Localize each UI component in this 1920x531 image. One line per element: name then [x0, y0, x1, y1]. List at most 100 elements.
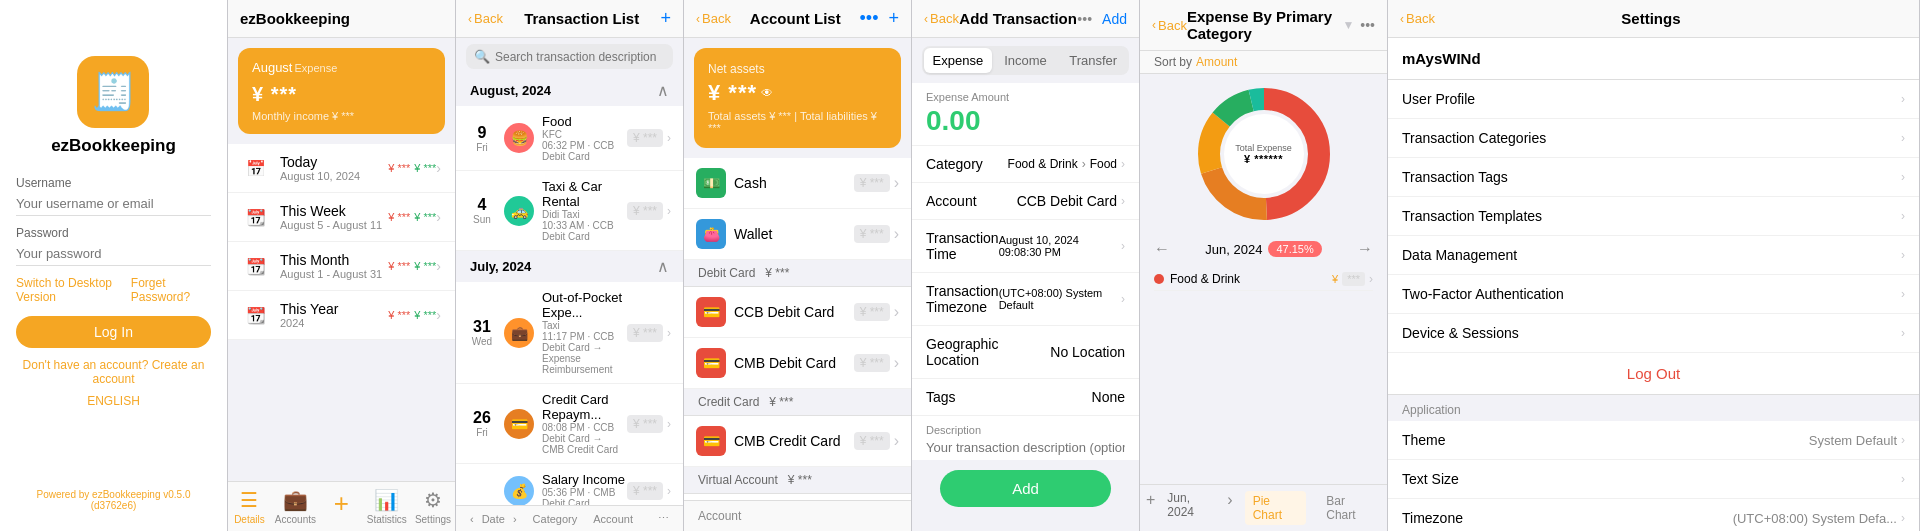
net-amount: ¥ ***	[708, 80, 757, 106]
account-back-nav[interactable]: ‹ Back	[696, 11, 731, 26]
account-row-label: Account	[926, 193, 1017, 209]
settings-data-management[interactable]: Data Management ›	[1388, 236, 1919, 275]
settings-panel: ‹ Back Settings mAysWINd User Profile › …	[1388, 0, 1920, 531]
chart-next-period-icon[interactable]: ›	[1227, 491, 1232, 525]
account-add-icon[interactable]: +	[888, 8, 899, 29]
account-item-cmb-credit[interactable]: 💳 CMB Credit Card ¥ *** ›	[684, 416, 911, 467]
account-item-ccb[interactable]: 💳 CCB Debit Card ¥ *** ›	[684, 287, 911, 338]
account-more-icon[interactable]: •••	[860, 8, 879, 29]
bottom-tabs: ☰ Details 💼 Accounts + 📊 Statistics ⚙ Se…	[228, 481, 455, 531]
account-row[interactable]: Account CCB Debit Card ›	[912, 183, 1139, 220]
password-input[interactable]	[16, 242, 211, 266]
section-jul-collapse-icon[interactable]: ∧	[657, 257, 669, 276]
desc-input[interactable]	[926, 440, 1125, 455]
forget-password-link[interactable]: Forget Password?	[131, 276, 211, 304]
tx-item-food[interactable]: 9 Fri 🍔 Food KFC 06:32 PM · CCB Debit Ca…	[456, 106, 683, 171]
add-transaction-icon[interactable]: +	[660, 8, 671, 29]
add-tx-back-nav[interactable]: ‹ Back	[924, 11, 959, 26]
section-aug-collapse-icon[interactable]: ∧	[657, 81, 669, 100]
menu-item-week[interactable]: 📆 This Week August 5 - August 11 ¥ *** ¥…	[228, 193, 455, 242]
tab-transfer[interactable]: Transfer	[1059, 48, 1127, 73]
settings-text-size[interactable]: Text Size ›	[1388, 460, 1919, 499]
card-income: Monthly income ¥ ***	[252, 110, 431, 122]
tx-item-expense[interactable]: 31 Wed 💼 Out-of-Pocket Expe... Taxi 11:1…	[456, 282, 683, 384]
menu-item-month[interactable]: 📆 This Month August 1 - August 31 ¥ *** …	[228, 242, 455, 291]
prev-page-icon[interactable]: ‹	[470, 513, 474, 525]
more-options-icon[interactable]: ⋯	[658, 512, 669, 525]
add-transaction-panel: ‹ Back Add Transaction ••• Add Expense I…	[912, 0, 1140, 531]
pie-chart-btn[interactable]: Pie Chart	[1245, 491, 1307, 525]
tab-income[interactable]: Income	[992, 48, 1060, 73]
language-selector[interactable]: ENGLISH	[16, 394, 211, 408]
account-item-cash[interactable]: 💵 Cash ¥ *** ›	[684, 158, 911, 209]
card-amount: ¥ ***	[252, 83, 431, 106]
sort-value[interactable]: Amount	[1196, 55, 1237, 69]
sort-filter-icon[interactable]: ▼	[1342, 18, 1354, 32]
description-field: Description	[912, 416, 1139, 460]
add-btn[interactable]: Add	[940, 470, 1111, 507]
category-row[interactable]: Category Food & Drink › Food ›	[912, 146, 1139, 183]
tab-settings[interactable]: ⚙ Settings	[411, 482, 455, 531]
chart-more-icon[interactable]: •••	[1360, 17, 1375, 33]
username-input[interactable]	[16, 192, 211, 216]
tx-item-taxi[interactable]: 4 Sun 🚕 Taxi & Car Rental Didi Taxi 10:3…	[456, 171, 683, 251]
settings-2fa[interactable]: Two-Factor Authentication ›	[1388, 275, 1919, 314]
settings-theme[interactable]: Theme System Default ›	[1388, 421, 1919, 460]
add-tx-save-btn[interactable]: Add	[1102, 11, 1127, 27]
cat-food: Food	[1090, 157, 1117, 171]
settings-device-sessions[interactable]: Device & Sessions ›	[1388, 314, 1919, 353]
account-item-cmb-debit[interactable]: 💳 CMB Debit Card ¥ *** ›	[684, 338, 911, 389]
data-management-label: Data Management	[1402, 247, 1897, 263]
tab-details[interactable]: ☰ Details	[228, 482, 271, 531]
settings-tx-categories[interactable]: Transaction Categories ›	[1388, 119, 1919, 158]
settings-tx-templates[interactable]: Transaction Templates ›	[1388, 197, 1919, 236]
chart-add-icon[interactable]: +	[1146, 491, 1155, 525]
section-aug-title: August, 2024	[470, 83, 551, 98]
legend-food-drink[interactable]: Food & Drink ¥ *** ›	[1154, 268, 1373, 291]
switch-desktop-link[interactable]: Switch to Desktop Version	[16, 276, 131, 304]
settings-timezone[interactable]: Timezone (UTC+08:00) System Defa... ›	[1388, 499, 1919, 531]
tx-item-salary[interactable]: 💰 Salary Income 05:36 PM · CMB Debit Car…	[456, 464, 683, 505]
geo-row[interactable]: Geographic Location No Location	[912, 326, 1139, 379]
tags-row[interactable]: Tags None	[912, 379, 1139, 416]
account-item-wallet[interactable]: 👛 Wallet ¥ *** ›	[684, 209, 911, 260]
theme-chevron-icon: ›	[1901, 433, 1905, 447]
settings-back-nav[interactable]: ‹ Back	[1400, 11, 1435, 26]
back-nav[interactable]: ‹ Back	[468, 11, 503, 26]
login-button[interactable]: Log In	[16, 316, 211, 348]
menu-item-year[interactable]: 📆 This Year 2024 ¥ *** ¥ *** ›	[228, 291, 455, 340]
chart-next-icon[interactable]: →	[1357, 240, 1373, 258]
tab-statistics[interactable]: 📊 Statistics	[363, 482, 411, 531]
legend-food-amount: ***	[1342, 272, 1365, 286]
logout-button[interactable]: Log Out	[1388, 353, 1919, 395]
menu-year-title: This Year	[280, 301, 388, 317]
chart-period-text: Jun, 2024	[1205, 242, 1262, 257]
password-label: Password	[16, 226, 211, 240]
tab-accounts[interactable]: 💼 Accounts	[271, 482, 320, 531]
net-assets-label: Net assets	[708, 62, 887, 76]
search-input[interactable]	[495, 50, 665, 64]
add-tx-more-icon[interactable]: •••	[1077, 11, 1092, 27]
eye-icon[interactable]: 👁	[761, 86, 773, 100]
tab-statistics-label: Statistics	[367, 514, 407, 525]
cash-amount: ¥ ***	[854, 174, 890, 192]
chart-back-nav[interactable]: ‹ Back	[1152, 18, 1187, 33]
settings-tx-tags[interactable]: Transaction Tags ›	[1388, 158, 1919, 197]
chart-prev-icon[interactable]: ←	[1154, 240, 1170, 258]
tz-row[interactable]: Transaction Timezone (UTC+08:00) System …	[912, 273, 1139, 326]
next-date-icon[interactable]: ›	[513, 513, 517, 525]
tx-item-credit[interactable]: 26 Fri 💳 Credit Card Repaym... 08:08 PM …	[456, 384, 683, 464]
expense-chart-panel: ‹ Back Expense By Primary Category ▼ •••…	[1140, 0, 1388, 531]
bar-chart-btn[interactable]: Bar Chart	[1318, 491, 1381, 525]
menu-today-subtitle: August 10, 2024	[280, 170, 388, 182]
search-bar: 🔍	[466, 44, 673, 69]
cat-arrow-icon: ›	[1082, 157, 1086, 171]
ccb-chevron-icon: ›	[894, 303, 899, 321]
settings-user-profile[interactable]: User Profile ›	[1388, 80, 1919, 119]
week-income: ¥ ***	[414, 211, 436, 223]
menu-item-today[interactable]: 📅 Today August 10, 2024 ¥ *** ¥ *** ›	[228, 144, 455, 193]
tab-add[interactable]: +	[320, 482, 363, 531]
tx-time-row[interactable]: Transaction Time August 10, 2024 09:08:3…	[912, 220, 1139, 273]
tx-list-footer: ‹ Date › Category Account ⋯	[456, 505, 683, 531]
tab-expense[interactable]: Expense	[924, 48, 992, 73]
